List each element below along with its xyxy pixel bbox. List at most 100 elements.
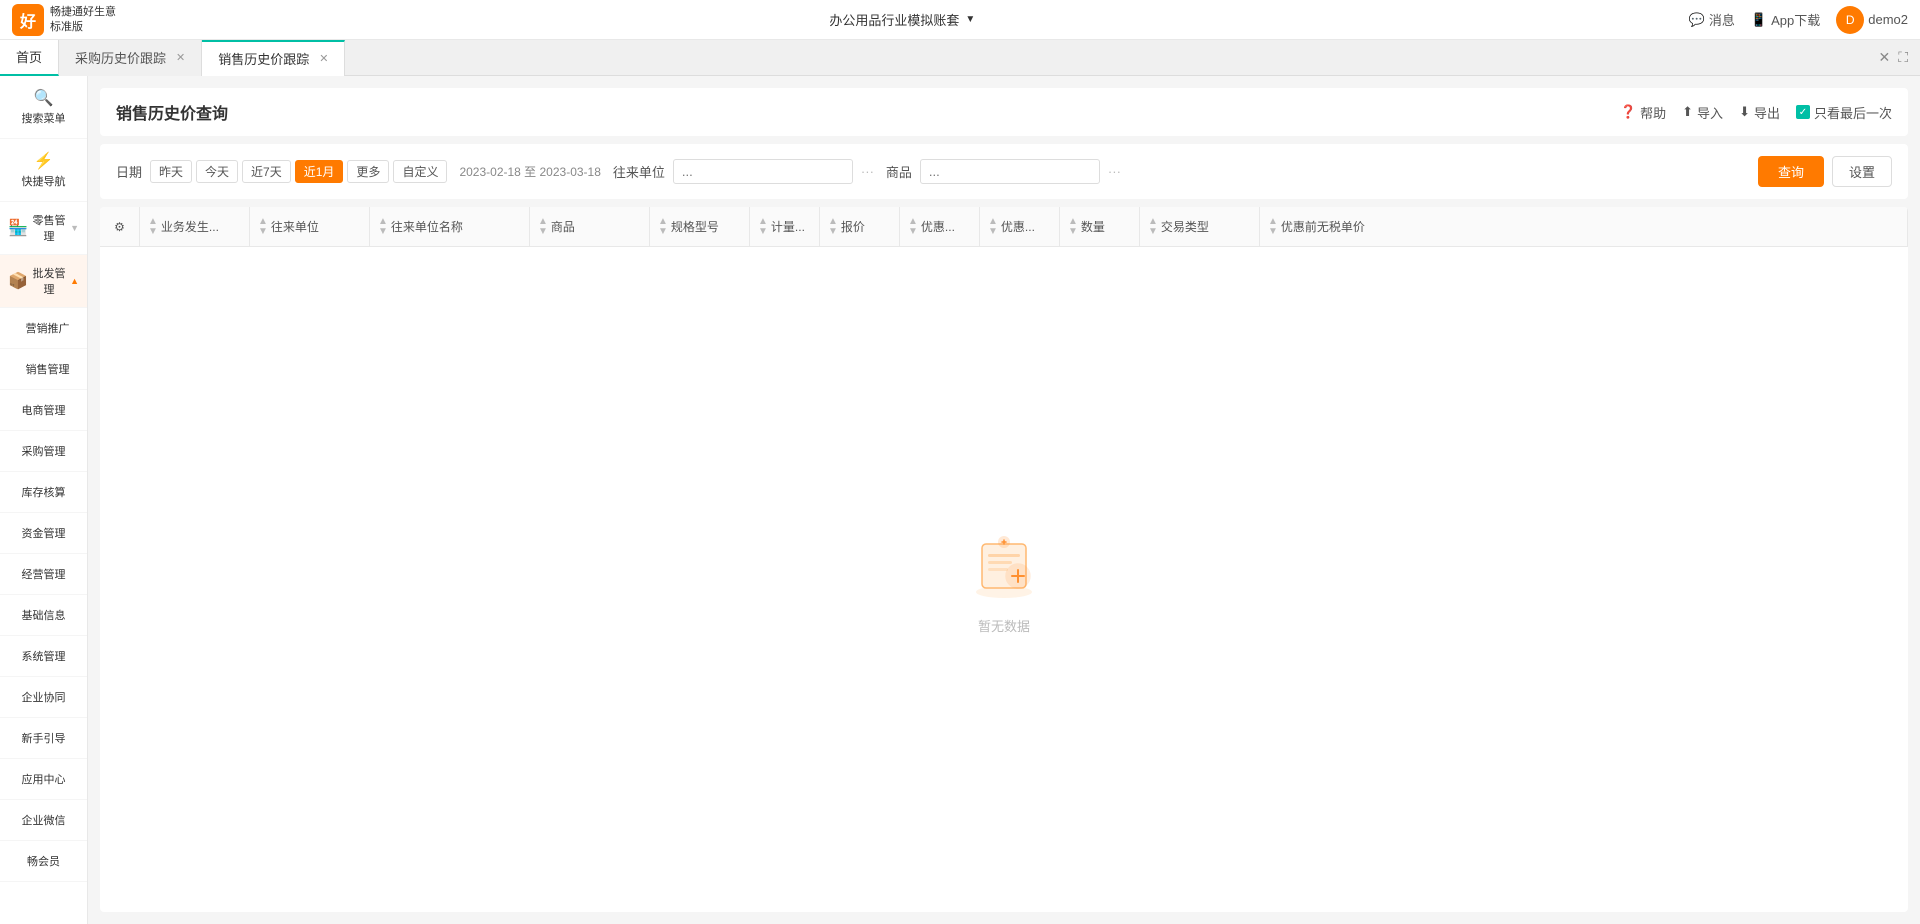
date-btn-more[interactable]: 更多 [347,160,389,183]
purchase-tab-close[interactable]: ✕ [176,51,185,64]
settings-btn[interactable]: 设置 [1832,156,1892,187]
page-header: 销售历史价查询 ❓ 帮助 ⬆ 导入 ⬇ 导出 [100,88,1908,136]
sidebar: 🔍 搜索菜单 ⚡ 快捷导航 🏪 零售管理 ▼ 📦 批发管理 ▲ 营销推广 销售管… [0,76,88,924]
sidebar-item-quick-nav[interactable]: ⚡ 快捷导航 [0,139,87,202]
logo-area[interactable]: 好 畅捷通好生意 标准版 [12,4,116,36]
only-last-checkbox[interactable]: 只看最后一次 [1796,103,1892,122]
sidebar-item-operations[interactable]: 经营管理 [0,554,87,595]
th-settings[interactable]: ⚙ [100,207,140,246]
th-spec-label: 规格型号 [671,218,719,235]
help-icon: ❓ [1620,104,1636,120]
operations-label: 经营管理 [22,566,66,582]
th-pre-tax-price-label: 优惠前无税单价 [1281,218,1365,235]
logo-icon: 好 [12,4,44,36]
th-partner-name[interactable]: ▲▼ 往来单位名称 [370,207,530,246]
product-dots[interactable]: ··· [1108,164,1121,179]
import-icon: ⬆ [1682,104,1693,120]
empty-illustration [964,524,1044,604]
sidebar-item-ecommerce[interactable]: 电商管理 [0,390,87,431]
tab-home[interactable]: 首页 [0,40,59,76]
wholesale-expand-icon: ▲ [70,276,79,286]
sidebar-item-app-center[interactable]: 应用中心 [0,759,87,800]
sort-icon-pre-tax-price: ▲▼ [1268,217,1278,237]
app-center-label: 应用中心 [22,771,66,787]
sidebar-item-corp-wechat[interactable]: 企业微信 [0,800,87,841]
action-btns: 查询 设置 [1758,156,1892,187]
sidebar-item-system[interactable]: 系统管理 [0,636,87,677]
tab-purchase-history[interactable]: 采购历史价跟踪 ✕ [59,40,202,76]
sort-icon-discount2: ▲▼ [988,217,998,237]
th-unit[interactable]: ▲▼ 计量... [750,207,820,246]
app-download-btn[interactable]: 📱 App下载 [1751,10,1820,29]
th-partner-code[interactable]: ▲▼ 往来单位 [250,207,370,246]
sidebar-item-enterprise[interactable]: 企业协同 [0,677,87,718]
tab-maximize-btn[interactable]: ⛶ [1898,49,1908,66]
th-discount2[interactable]: ▲▼ 优惠... [980,207,1060,246]
th-biz-date[interactable]: ▲▼ 业务发生... [140,207,250,246]
sort-icon-quote: ▲▼ [828,217,838,237]
topbar-center: 办公用品行业模拟账套 ▼ [829,10,975,29]
empty-text: 暂无数据 [978,616,1030,635]
user-name: demo2 [1868,12,1908,27]
export-btn[interactable]: ⬇ 导出 [1739,103,1780,122]
th-quantity-label: 数量 [1081,218,1105,235]
tab-sales-history[interactable]: 销售历史价跟踪 ✕ [202,40,345,76]
th-trade-type[interactable]: ▲▼ 交易类型 [1140,207,1260,246]
user-menu[interactable]: D demo2 [1836,6,1908,34]
sidebar-item-purchase[interactable]: 采购管理 [0,431,87,472]
th-quote[interactable]: ▲▼ 报价 [820,207,900,246]
retail-label: 零售管理 [32,212,66,244]
sidebar-item-search-menu[interactable]: 🔍 搜索菜单 [0,76,87,139]
wholesale-icon: 📦 [8,271,28,291]
sidebar-item-retail[interactable]: 🏪 零售管理 ▼ [0,202,87,255]
th-spec[interactable]: ▲▼ 规格型号 [650,207,750,246]
sort-icon-spec: ▲▼ [658,217,668,237]
sidebar-item-wholesale[interactable]: 📦 批发管理 ▲ [0,255,87,308]
th-pre-tax-price[interactable]: ▲▼ 优惠前无税单价 [1260,207,1908,246]
sales-tab-label: 销售历史价跟踪 [218,49,309,68]
sidebar-item-sales[interactable]: 销售管理 [0,349,87,390]
help-btn[interactable]: ❓ 帮助 [1620,103,1666,122]
sidebar-item-marketing[interactable]: 营销推广 [0,308,87,349]
date-btn-7days[interactable]: 近7天 [242,160,291,183]
th-discount1[interactable]: ▲▼ 优惠... [900,207,980,246]
wholesale-label: 批发管理 [32,265,66,297]
sales-tab-close[interactable]: ✕ [319,52,328,65]
sort-icon-partner-name: ▲▼ [378,217,388,237]
app-dropdown-arrow[interactable]: ▼ [965,14,975,25]
partner-input[interactable] [673,159,853,184]
th-trade-type-label: 交易类型 [1161,218,1209,235]
sidebar-item-newbie[interactable]: 新手引导 [0,718,87,759]
topbar: 好 畅捷通好生意 标准版 办公用品行业模拟账套 ▼ 💬 消息 📱 App下载 D… [0,0,1920,40]
date-btn-1month[interactable]: 近1月 [295,160,344,183]
sidebar-item-basic-info[interactable]: 基础信息 [0,595,87,636]
import-btn[interactable]: ⬆ 导入 [1682,103,1723,122]
th-biz-date-label: 业务发生... [161,218,219,235]
newbie-label: 新手引导 [22,730,66,746]
message-btn[interactable]: 💬 消息 [1689,10,1735,29]
sales-label: 销售管理 [26,361,70,377]
checkbox-teal-icon [1796,105,1810,119]
vip-label: 畅会员 [27,853,60,869]
app-name: 办公用品行业模拟账套 [829,10,959,29]
avatar: D [1836,6,1864,34]
content: 销售历史价查询 ❓ 帮助 ⬆ 导入 ⬇ 导出 [88,76,1920,924]
message-icon: 💬 [1689,12,1705,28]
th-quantity[interactable]: ▲▼ 数量 [1060,207,1140,246]
date-btn-custom[interactable]: 自定义 [393,160,447,183]
partner-dots[interactable]: ··· [861,164,874,179]
date-btn-today[interactable]: 今天 [196,160,238,183]
tab-close-all-btn[interactable]: ✕ [1878,49,1890,66]
query-btn[interactable]: 查询 [1758,156,1824,187]
sidebar-item-vip[interactable]: 畅会员 [0,841,87,882]
sidebar-item-finance[interactable]: 资金管理 [0,513,87,554]
product-input[interactable] [920,159,1100,184]
table-area: ⚙ ▲▼ 业务发生... ▲▼ 往来单位 ▲▼ 往来单位名称 [100,207,1908,912]
date-buttons: 昨天 今天 近7天 近1月 更多 自定义 [150,160,447,183]
settings-col-icon: ⚙ [114,220,125,234]
topbar-right: 💬 消息 📱 App下载 D demo2 [1689,6,1908,34]
date-btn-yesterday[interactable]: 昨天 [150,160,192,183]
retail-icon: 🏪 [8,218,28,238]
th-product[interactable]: ▲▼ 商品 [530,207,650,246]
sidebar-item-inventory[interactable]: 库存核算 [0,472,87,513]
